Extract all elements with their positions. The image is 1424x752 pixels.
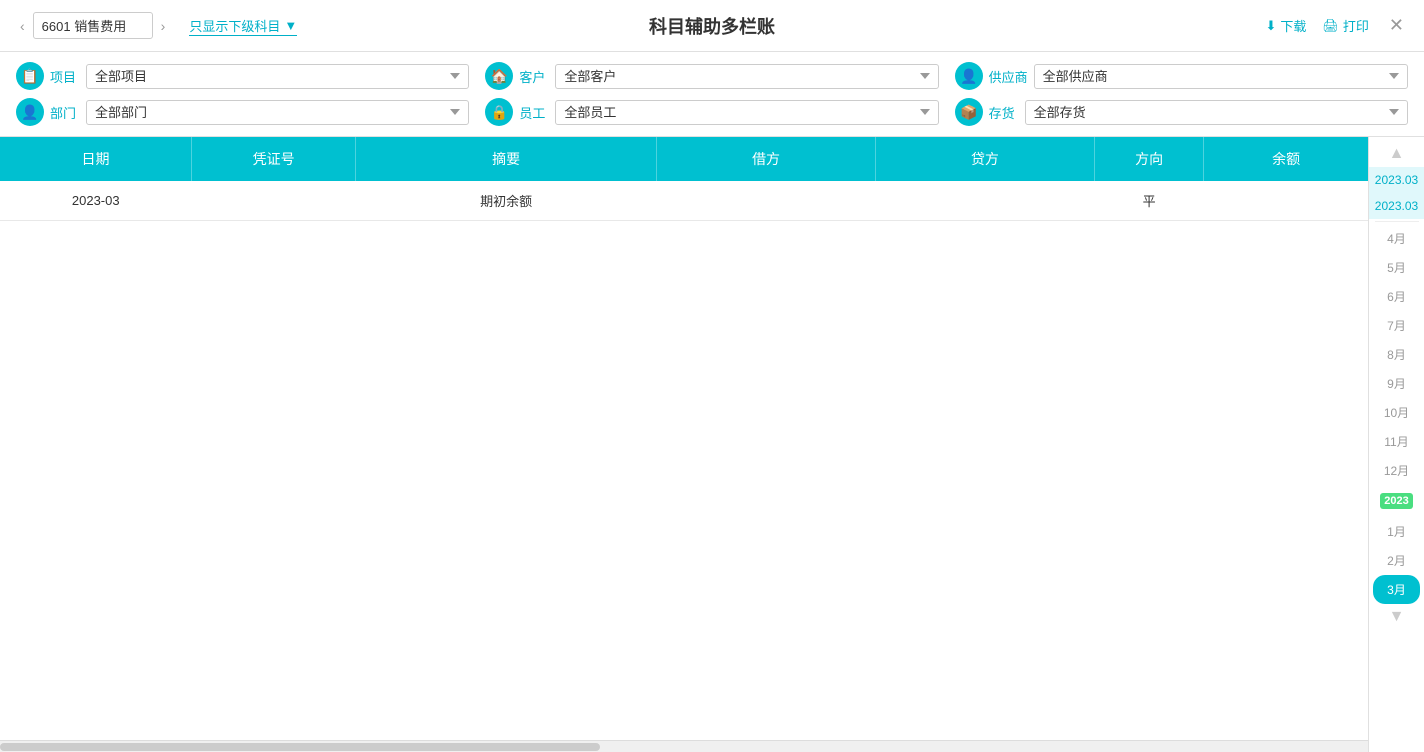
department-label: 部门	[50, 103, 80, 122]
print-button[interactable]: 🖨 打印	[1322, 16, 1369, 35]
print-label: 打印	[1343, 16, 1369, 35]
cell-date: 2023-03	[0, 181, 192, 221]
timeline-item-7[interactable]: 7月	[1369, 311, 1424, 340]
filter-area: 📋 项目 全部项目 🏠 客户 全部客户 👤 供应商 全部供应商	[0, 52, 1424, 137]
filter-customer: 🏠 客户 全部客户	[485, 62, 938, 90]
prev-account-button[interactable]: ‹	[16, 16, 29, 36]
col-header-credit: 贷方	[876, 137, 1095, 181]
timeline-item-2[interactable]: 2月	[1369, 546, 1424, 575]
employee-icon: 🔒	[485, 98, 513, 126]
cell-balance	[1204, 181, 1368, 221]
timeline-item-1[interactable]: 1月	[1369, 517, 1424, 546]
filter-employee: 🔒 员工 全部员工	[485, 98, 938, 126]
col-header-voucher: 凭证号	[192, 137, 356, 181]
timeline-item-2023-03-start[interactable]: 2023.03	[1369, 167, 1424, 193]
table-scroll[interactable]: 日期 凭证号 摘要 借方 贷方 方向 余额 2023-03	[0, 137, 1368, 740]
filter-row-1: 📋 项目 全部项目 🏠 客户 全部客户 👤 供应商 全部供应商	[16, 62, 1408, 90]
col-header-balance: 余额	[1204, 137, 1368, 181]
employee-select[interactable]: 全部员工	[555, 100, 938, 125]
timeline-item-8[interactable]: 8月	[1369, 340, 1424, 369]
close-button[interactable]: ✕	[1385, 15, 1408, 36]
filter-inventory: 📦 存货 全部存货	[955, 98, 1408, 126]
main-window: ‹ 6601 销售费用 › 只显示下级科目 ▼ 科目辅助多栏账 ⬇ 下载 🖨 打…	[0, 0, 1424, 752]
download-icon: ⬇	[1265, 18, 1276, 34]
data-table: 日期 凭证号 摘要 借方 贷方 方向 余额 2023-03	[0, 137, 1368, 221]
nav-area: ‹ 6601 销售费用 › 只显示下级科目 ▼	[16, 12, 297, 39]
col-header-debit: 借方	[657, 137, 876, 181]
project-label: 项目	[50, 67, 80, 86]
account-code: 6601 销售费用	[33, 12, 153, 39]
col-header-date: 日期	[0, 137, 192, 181]
timeline-item-9[interactable]: 9月	[1369, 369, 1424, 398]
cell-summary: 期初余额	[356, 181, 657, 221]
filter-department: 👤 部门 全部部门	[16, 98, 469, 126]
customer-icon: 🏠	[485, 62, 513, 90]
customer-label: 客户	[519, 67, 549, 86]
print-icon: 🖨	[1322, 18, 1339, 34]
inventory-icon: 📦	[955, 98, 983, 126]
col-header-direction: 方向	[1094, 137, 1203, 181]
inventory-select[interactable]: 全部存货	[1025, 100, 1408, 125]
download-label: 下载	[1280, 16, 1306, 35]
top-actions: ⬇ 下载 🖨 打印 ✕	[1265, 15, 1408, 36]
timeline-item-10[interactable]: 10月	[1369, 398, 1424, 427]
timeline-item-3-active[interactable]: 3月	[1373, 575, 1420, 604]
timeline-item-5[interactable]: 5月	[1369, 253, 1424, 282]
timeline-item-6[interactable]: 6月	[1369, 282, 1424, 311]
timeline-panel: ▲ 2023.03 2023.03 4月 5月 6月 7月 8月 9月 10月 …	[1368, 137, 1424, 752]
timeline-year-badge: 2023	[1380, 493, 1412, 509]
show-sub-label: 只显示下级科目	[189, 16, 280, 35]
col-header-summary: 摘要	[356, 137, 657, 181]
filter-project: 📋 项目 全部项目	[16, 62, 469, 90]
department-select[interactable]: 全部部门	[86, 100, 469, 125]
page-title: 科目辅助多栏账	[649, 13, 775, 39]
supplier-icon: 👤	[955, 62, 983, 90]
inventory-label: 存货	[989, 103, 1019, 122]
department-icon: 👤	[16, 98, 44, 126]
download-button[interactable]: ⬇ 下载	[1265, 16, 1306, 35]
filter-row-2: 👤 部门 全部部门 🔒 员工 全部员工 📦 存货 全部存货	[16, 98, 1408, 126]
cell-voucher	[192, 181, 356, 221]
scrollbar-thumb	[0, 743, 600, 751]
timeline-up-button[interactable]: ▲	[1385, 141, 1409, 167]
project-icon: 📋	[16, 62, 44, 90]
timeline-item-12[interactable]: 12月	[1369, 456, 1424, 485]
cell-direction: 平	[1094, 181, 1203, 221]
table-row: 2023-03 期初余额 平	[0, 181, 1368, 221]
employee-label: 员工	[519, 103, 549, 122]
timeline-item-2023-03-end[interactable]: 2023.03	[1369, 193, 1424, 219]
next-account-button[interactable]: ›	[157, 16, 170, 36]
supplier-select[interactable]: 全部供应商	[1034, 64, 1408, 89]
timeline-item-11[interactable]: 11月	[1369, 427, 1424, 456]
cell-credit	[876, 181, 1095, 221]
top-bar: ‹ 6601 销售费用 › 只显示下级科目 ▼ 科目辅助多栏账 ⬇ 下载 🖨 打…	[0, 0, 1424, 52]
show-sub-select[interactable]: 只显示下级科目 ▼	[189, 16, 297, 36]
timeline-down-button[interactable]: ▼	[1385, 604, 1409, 630]
customer-select[interactable]: 全部客户	[555, 64, 938, 89]
project-select[interactable]: 全部项目	[86, 64, 469, 89]
chevron-down-icon: ▼	[284, 18, 297, 33]
cell-debit	[657, 181, 876, 221]
supplier-label: 供应商	[989, 67, 1028, 86]
timeline-item-4[interactable]: 4月	[1369, 224, 1424, 253]
bottom-scrollbar[interactable]	[0, 740, 1368, 752]
filter-supplier: 👤 供应商 全部供应商	[955, 62, 1408, 90]
